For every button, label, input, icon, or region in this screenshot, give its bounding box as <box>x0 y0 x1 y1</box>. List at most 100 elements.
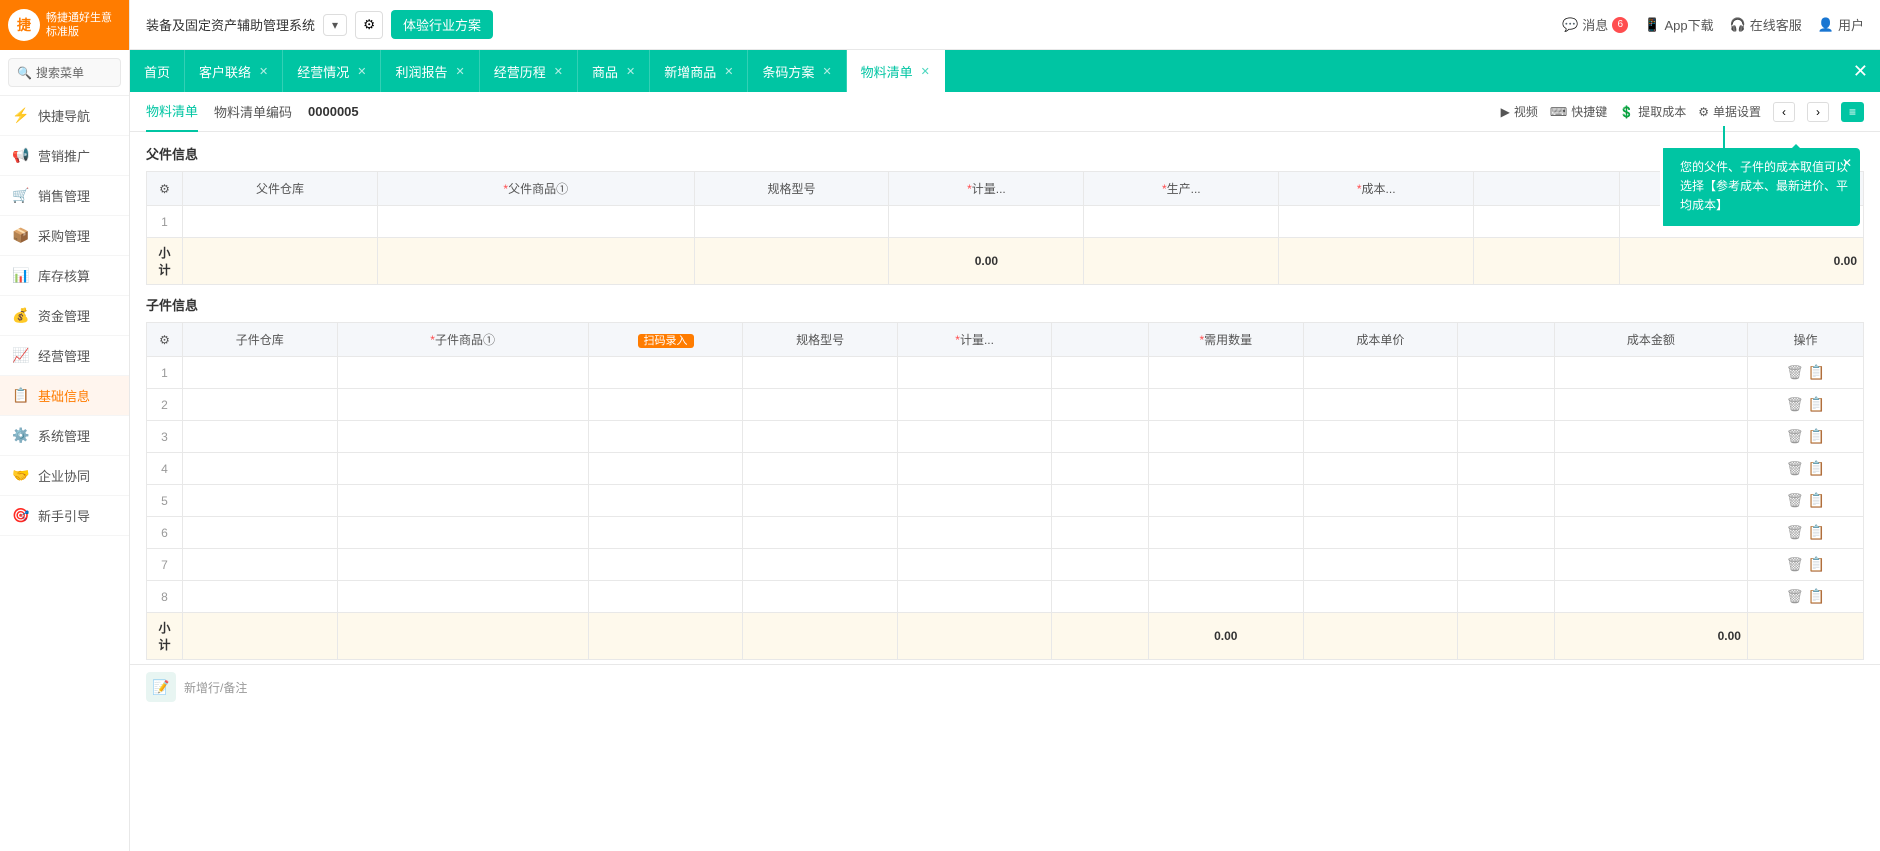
copy-icon-4[interactable]: 📋 <box>1808 460 1825 477</box>
try-industry-button[interactable]: 体验行业方案 <box>391 10 493 39</box>
nav-tab-bom[interactable]: 物料清单✕ <box>847 50 945 92</box>
parent-row-1-unit[interactable] <box>889 206 1084 238</box>
tab-close-history[interactable]: ✕ <box>554 65 563 78</box>
copy-icon-8[interactable]: 📋 <box>1808 588 1825 605</box>
child-row-4-warehouse[interactable] <box>183 453 338 485</box>
single-settings-action[interactable]: ⚙ 单据设置 <box>1698 103 1761 120</box>
sidebar-item-inventory[interactable]: 📊库存核算 <box>0 256 129 296</box>
parent-row-1-spec[interactable] <box>694 206 889 238</box>
child-row-2-spec[interactable] <box>743 389 898 421</box>
child-row-2-product[interactable] <box>337 389 588 421</box>
subnav-bom-list[interactable]: 物料清单 <box>146 92 198 132</box>
copy-icon-3[interactable]: 📋 <box>1808 428 1825 445</box>
tooltip-close-button[interactable]: ✕ <box>1842 154 1852 173</box>
child-row-8-spec[interactable] <box>743 581 898 613</box>
child-row-7-spec[interactable] <box>743 549 898 581</box>
child-row-5-spec[interactable] <box>743 485 898 517</box>
delete-icon-5[interactable]: 🗑 <box>1786 492 1804 509</box>
child-row-8-qty[interactable] <box>1149 581 1304 613</box>
system-dropdown-btn[interactable]: ▾ <box>323 14 347 36</box>
nav-tab-customer[interactable]: 客户联络✕ <box>185 50 283 92</box>
tab-close-operation-status[interactable]: ✕ <box>357 65 366 78</box>
add-row-icon[interactable]: 📝 <box>146 672 176 702</box>
nav-prev-button[interactable]: ‹ <box>1773 102 1795 122</box>
sidebar-item-sales[interactable]: 🛒销售管理 <box>0 176 129 216</box>
parent-row-1-cost[interactable] <box>1279 206 1474 238</box>
child-row-1-spec[interactable] <box>743 357 898 389</box>
extract-cost-action[interactable]: 💲 提取成本 <box>1619 103 1686 120</box>
nav-tab-history[interactable]: 经营历程✕ <box>480 50 578 92</box>
child-row-7-qty[interactable] <box>1149 549 1304 581</box>
sidebar-item-finance[interactable]: 💰资金管理 <box>0 296 129 336</box>
child-row-4-qty[interactable] <box>1149 453 1304 485</box>
child-row-1-unit-cost[interactable] <box>1303 357 1458 389</box>
nav-tab-profit[interactable]: 利润报告✕ <box>381 50 479 92</box>
child-row-6-unit[interactable] <box>897 517 1052 549</box>
shortcut-action[interactable]: ⌨ 快捷键 <box>1550 103 1607 120</box>
delete-icon-6[interactable]: 🗑 <box>1786 524 1804 541</box>
sidebar-item-purchase[interactable]: 📦采购管理 <box>0 216 129 256</box>
child-row-4-unit[interactable] <box>897 453 1052 485</box>
child-row-7-unit[interactable] <box>897 549 1052 581</box>
child-row-7-product[interactable] <box>337 549 588 581</box>
parent-row-1-prod[interactable] <box>1084 206 1279 238</box>
child-row-1-product[interactable] <box>337 357 588 389</box>
sidebar-item-basic[interactable]: 📋基础信息 <box>0 376 129 416</box>
user-action[interactable]: 👤 用户 <box>1818 15 1864 34</box>
tab-close-customer[interactable]: ✕ <box>259 65 268 78</box>
child-row-4-product[interactable] <box>337 453 588 485</box>
child-row-8-warehouse[interactable] <box>183 581 338 613</box>
child-row-1-unit[interactable] <box>897 357 1052 389</box>
child-row-5-warehouse[interactable] <box>183 485 338 517</box>
nav-tab-barcode[interactable]: 条码方案✕ <box>748 50 846 92</box>
child-row-3-spec[interactable] <box>743 421 898 453</box>
parent-row-1-product[interactable] <box>377 206 694 238</box>
sidebar-item-system[interactable]: ⚙️系统管理 <box>0 416 129 456</box>
tab-close-bom[interactable]: ✕ <box>921 65 930 78</box>
delete-icon-4[interactable]: 🗑 <box>1786 460 1804 477</box>
child-row-2-warehouse[interactable] <box>183 389 338 421</box>
child-row-6-spec[interactable] <box>743 517 898 549</box>
copy-icon-6[interactable]: 📋 <box>1808 524 1825 541</box>
child-row-7-unit-cost[interactable] <box>1303 549 1458 581</box>
tab-close-profit[interactable]: ✕ <box>456 65 465 78</box>
delete-icon-7[interactable]: 🗑 <box>1786 556 1804 573</box>
tab-close-barcode[interactable]: ✕ <box>822 65 831 78</box>
copy-icon-7[interactable]: 📋 <box>1808 556 1825 573</box>
child-row-3-unit[interactable] <box>897 421 1052 453</box>
child-row-8-product[interactable] <box>337 581 588 613</box>
sidebar-item-enterprise[interactable]: 🤝企业协同 <box>0 456 129 496</box>
app-download-action[interactable]: 📱 App下载 <box>1644 15 1713 34</box>
sidebar-item-guide[interactable]: 🎯新手引导 <box>0 496 129 536</box>
menu-grid-button[interactable]: ≡ <box>1841 102 1864 122</box>
close-all-tabs-button[interactable]: ✕ <box>1841 61 1880 82</box>
delete-icon-1[interactable]: 🗑 <box>1786 364 1804 381</box>
sidebar-item-marketing[interactable]: 📢营销推广 <box>0 136 129 176</box>
child-row-8-unit-cost[interactable] <box>1303 581 1458 613</box>
online-service-action[interactable]: 🎧 在线客服 <box>1730 15 1802 34</box>
parent-row-1-warehouse[interactable] <box>183 206 378 238</box>
child-row-8-unit[interactable] <box>897 581 1052 613</box>
child-row-1-warehouse[interactable] <box>183 357 338 389</box>
child-row-3-unit-cost[interactable] <box>1303 421 1458 453</box>
nav-tab-new-product[interactable]: 新增商品✕ <box>650 50 748 92</box>
child-row-3-qty[interactable] <box>1149 421 1304 453</box>
child-row-5-product[interactable] <box>337 485 588 517</box>
child-row-2-unit-cost[interactable] <box>1303 389 1458 421</box>
child-row-3-warehouse[interactable] <box>183 421 338 453</box>
video-action[interactable]: ▶ 视频 <box>1501 103 1538 120</box>
nav-next-button[interactable]: › <box>1807 102 1829 122</box>
message-action[interactable]: 💬 消息 6 <box>1562 15 1628 34</box>
copy-icon-2[interactable]: 📋 <box>1808 396 1825 413</box>
copy-icon-1[interactable]: 📋 <box>1808 364 1825 381</box>
child-row-2-qty[interactable] <box>1149 389 1304 421</box>
child-row-2-unit[interactable] <box>897 389 1052 421</box>
nav-tab-product[interactable]: 商品✕ <box>578 50 650 92</box>
child-row-4-spec[interactable] <box>743 453 898 485</box>
sidebar-item-quick-nav[interactable]: ⚡快捷导航 <box>0 96 129 136</box>
child-row-6-unit-cost[interactable] <box>1303 517 1458 549</box>
delete-icon-2[interactable]: 🗑 <box>1786 396 1804 413</box>
tab-close-product[interactable]: ✕ <box>626 65 635 78</box>
nav-tab-home[interactable]: 首页 <box>130 50 185 92</box>
child-row-4-unit-cost[interactable] <box>1303 453 1458 485</box>
